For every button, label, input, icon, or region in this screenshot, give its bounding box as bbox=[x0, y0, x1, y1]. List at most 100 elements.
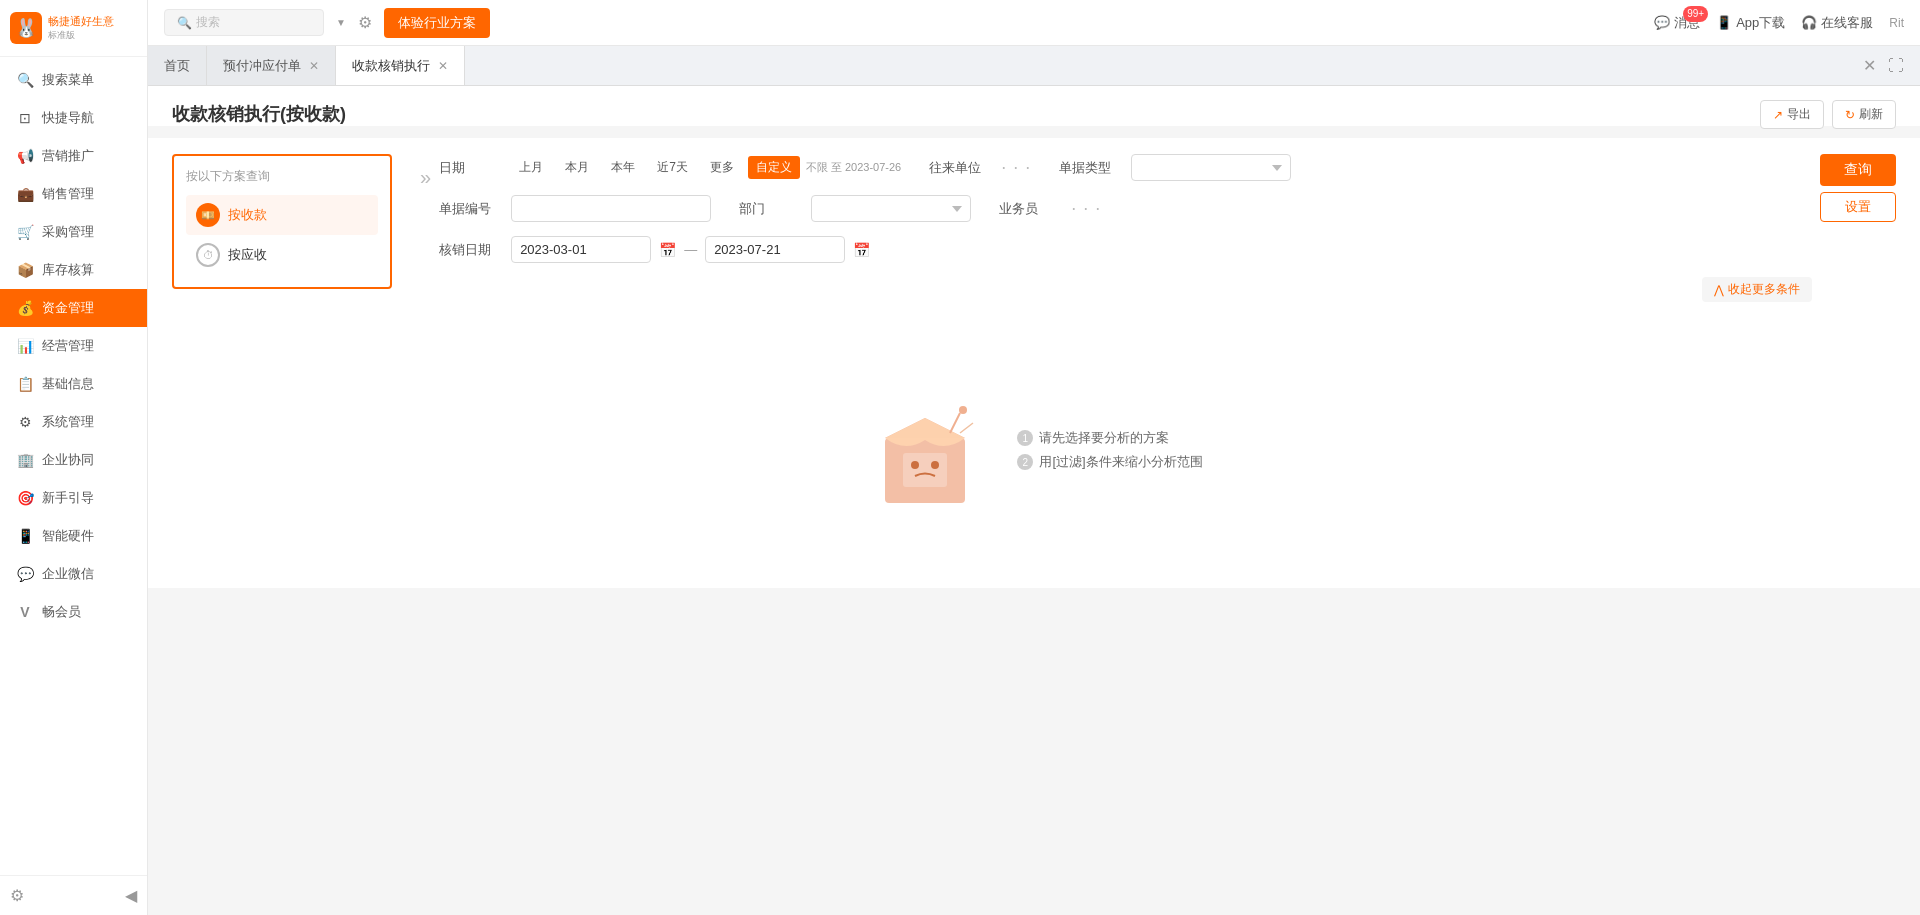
search-menu-icon: 🔍 bbox=[16, 71, 34, 89]
collapse-icon: ⋀ bbox=[1714, 283, 1724, 297]
staff-input[interactable]: · · · bbox=[1071, 198, 1101, 219]
logo: 🐰 畅捷通好生意 标准版 bbox=[0, 0, 147, 57]
writeoff-date-range: 📅 — 📅 bbox=[511, 236, 870, 263]
export-icon: ↗ bbox=[1773, 108, 1783, 122]
sidebar-item-guide[interactable]: 🎯 新手引导 bbox=[0, 479, 147, 517]
solution-button[interactable]: 体验行业方案 bbox=[384, 8, 490, 38]
date-7days[interactable]: 近7天 bbox=[649, 156, 696, 179]
filter-option-receivable-label: 按应收 bbox=[228, 246, 267, 264]
collapse-more-row: ⋀ 收起更多条件 bbox=[439, 277, 1812, 302]
writeoff-date-start[interactable] bbox=[511, 236, 651, 263]
collapse-more-btn[interactable]: ⋀ 收起更多条件 bbox=[1702, 277, 1812, 302]
filter-sidebar: 按以下方案查询 💴 按收款 ⏱ 按应收 bbox=[172, 154, 392, 289]
date-this-year[interactable]: 本年 bbox=[603, 156, 643, 179]
svg-rect-1 bbox=[903, 453, 947, 487]
message-badge: 99+ bbox=[1683, 6, 1708, 22]
doc-type-select[interactable] bbox=[1131, 154, 1291, 181]
sidebar-item-wechat[interactable]: 💬 企业微信 bbox=[0, 555, 147, 593]
tab-prepay-label: 预付冲应付单 bbox=[223, 57, 301, 75]
date-more[interactable]: 更多 bbox=[702, 156, 742, 179]
doc-no-input[interactable] bbox=[511, 195, 711, 222]
date-custom-btn[interactable]: 自定义 bbox=[748, 156, 800, 179]
filter-collapse-btn[interactable]: » bbox=[412, 162, 439, 193]
filter-option-by-receivable[interactable]: ⏱ 按应收 bbox=[186, 235, 378, 275]
writeoff-date-end[interactable] bbox=[705, 236, 845, 263]
filter-option-receipt-label: 按收款 bbox=[228, 206, 267, 224]
service-button[interactable]: 🎧 在线客服 bbox=[1801, 14, 1873, 32]
tab-writeoff-close[interactable]: ✕ bbox=[438, 59, 448, 73]
sidebar-item-search[interactable]: 🔍 搜索菜单 bbox=[0, 61, 147, 99]
query-button[interactable]: 查询 bbox=[1820, 154, 1896, 186]
date-range-sep: — bbox=[684, 242, 697, 257]
guide-icon: 🎯 bbox=[16, 489, 34, 507]
svg-point-5 bbox=[959, 406, 967, 414]
tab-expand-icon[interactable]: ⛶ bbox=[1884, 53, 1908, 79]
page-body: 收款核销执行(按收款) ↗ 导出 ↻ 刷新 按以下方案查询 💴 bbox=[148, 86, 1920, 915]
tab-prepay-close[interactable]: ✕ bbox=[309, 59, 319, 73]
topbar-dropdown-arrow[interactable]: ▼ bbox=[336, 17, 346, 28]
collapse-sidebar-icon[interactable]: ◀ bbox=[125, 886, 137, 905]
marketing-icon: 📢 bbox=[16, 147, 34, 165]
date-this-month[interactable]: 本月 bbox=[557, 156, 597, 179]
sidebar-item-quicknav[interactable]: ⊡ 快捷导航 bbox=[0, 99, 147, 137]
svg-line-6 bbox=[960, 423, 973, 433]
empty-hint-1: 1 请先选择要分析的方案 bbox=[1017, 429, 1202, 447]
calendar-start-icon[interactable]: 📅 bbox=[659, 242, 676, 258]
tabbar: 首页 预付冲应付单 ✕ 收款核销执行 ✕ ✕ ⛶ bbox=[148, 46, 1920, 86]
staff-label: 业务员 bbox=[999, 200, 1059, 218]
date-label: 日期 bbox=[439, 159, 499, 177]
tab-prepay[interactable]: 预付冲应付单 ✕ bbox=[207, 46, 336, 85]
quicknav-icon: ⊡ bbox=[16, 109, 34, 127]
sidebar: 🐰 畅捷通好生意 标准版 🔍 搜索菜单 ⊡ 快捷导航 📢 营销推广 💼 销售管理… bbox=[0, 0, 148, 915]
query-setting-col: 查询 设置 bbox=[1820, 154, 1896, 222]
member-icon: V bbox=[16, 603, 34, 621]
filter-sidebar-title: 按以下方案查询 bbox=[186, 168, 378, 185]
sales-icon: 💼 bbox=[16, 185, 34, 203]
corp-icon: 🏢 bbox=[16, 451, 34, 469]
sidebar-item-corp[interactable]: 🏢 企业协同 bbox=[0, 441, 147, 479]
sidebar-item-marketing[interactable]: 📢 营销推广 bbox=[0, 137, 147, 175]
sidebar-item-member[interactable]: V 畅会员 bbox=[0, 593, 147, 631]
tab-close-all-icon[interactable]: ✕ bbox=[1859, 52, 1880, 79]
settings-icon[interactable]: ⚙ bbox=[10, 886, 24, 905]
filter-main: 日期 上月 本月 本年 近7天 更多 自定义 不限 至 2023-07-26 bbox=[439, 154, 1896, 302]
filter-option-by-receipt[interactable]: 💴 按收款 bbox=[186, 195, 378, 235]
partner-input[interactable]: · · · bbox=[1001, 157, 1031, 178]
dept-label: 部门 bbox=[739, 200, 799, 218]
export-button[interactable]: ↗ 导出 bbox=[1760, 100, 1824, 129]
svg-line-4 bbox=[950, 413, 960, 433]
hint-num-1: 1 bbox=[1017, 430, 1033, 446]
date-group: 上月 本月 本年 近7天 更多 自定义 不限 至 2023-07-26 bbox=[511, 156, 901, 179]
sidebar-item-inventory[interactable]: 📦 库存核算 bbox=[0, 251, 147, 289]
app-label: App下载 bbox=[1736, 14, 1785, 32]
app-download-button[interactable]: 📱 App下载 bbox=[1716, 14, 1785, 32]
search-icon: 🔍 bbox=[177, 16, 192, 30]
topbar-search[interactable]: 🔍 搜索 bbox=[164, 9, 324, 36]
sidebar-item-sales[interactable]: 💼 销售管理 bbox=[0, 175, 147, 213]
setting-button[interactable]: 设置 bbox=[1820, 192, 1896, 222]
message-icon: 💬 bbox=[1654, 15, 1670, 30]
dept-select[interactable] bbox=[811, 195, 971, 222]
empty-state: 1 请先选择要分析的方案 2 用[过滤]条件来缩小分析范围 bbox=[148, 318, 1920, 588]
date-last-month[interactable]: 上月 bbox=[511, 156, 551, 179]
sidebar-item-operation[interactable]: 📊 经营管理 bbox=[0, 327, 147, 365]
sidebar-item-finance[interactable]: 💰 资金管理 bbox=[0, 289, 147, 327]
inventory-icon: 📦 bbox=[16, 261, 34, 279]
logo-badge: 标准版 bbox=[48, 29, 114, 42]
sidebar-item-hardware[interactable]: 📱 智能硬件 bbox=[0, 517, 147, 555]
filter-area: 按以下方案查询 💴 按收款 ⏱ 按应收 » bbox=[148, 138, 1920, 318]
svg-point-3 bbox=[931, 461, 939, 469]
topbar-gear-icon[interactable]: ⚙ bbox=[358, 13, 372, 32]
sidebar-item-purchase[interactable]: 🛒 采购管理 bbox=[0, 213, 147, 251]
calendar-end-icon[interactable]: 📅 bbox=[853, 242, 870, 258]
tab-home[interactable]: 首页 bbox=[148, 46, 207, 85]
tabbar-controls: ✕ ⛶ bbox=[1859, 52, 1920, 79]
logo-icon: 🐰 bbox=[10, 12, 42, 44]
sidebar-menu: 🔍 搜索菜单 ⊡ 快捷导航 📢 营销推广 💼 销售管理 🛒 采购管理 📦 库存核… bbox=[0, 57, 147, 875]
sidebar-item-basic[interactable]: 📋 基础信息 bbox=[0, 365, 147, 403]
message-button[interactable]: 💬 消息 99+ bbox=[1654, 14, 1700, 32]
tab-writeoff[interactable]: 收款核销执行 ✕ bbox=[336, 46, 465, 85]
empty-hint-2: 2 用[过滤]条件来缩小分析范围 bbox=[1017, 453, 1202, 471]
refresh-button[interactable]: ↻ 刷新 bbox=[1832, 100, 1896, 129]
sidebar-item-system[interactable]: ⚙ 系统管理 bbox=[0, 403, 147, 441]
